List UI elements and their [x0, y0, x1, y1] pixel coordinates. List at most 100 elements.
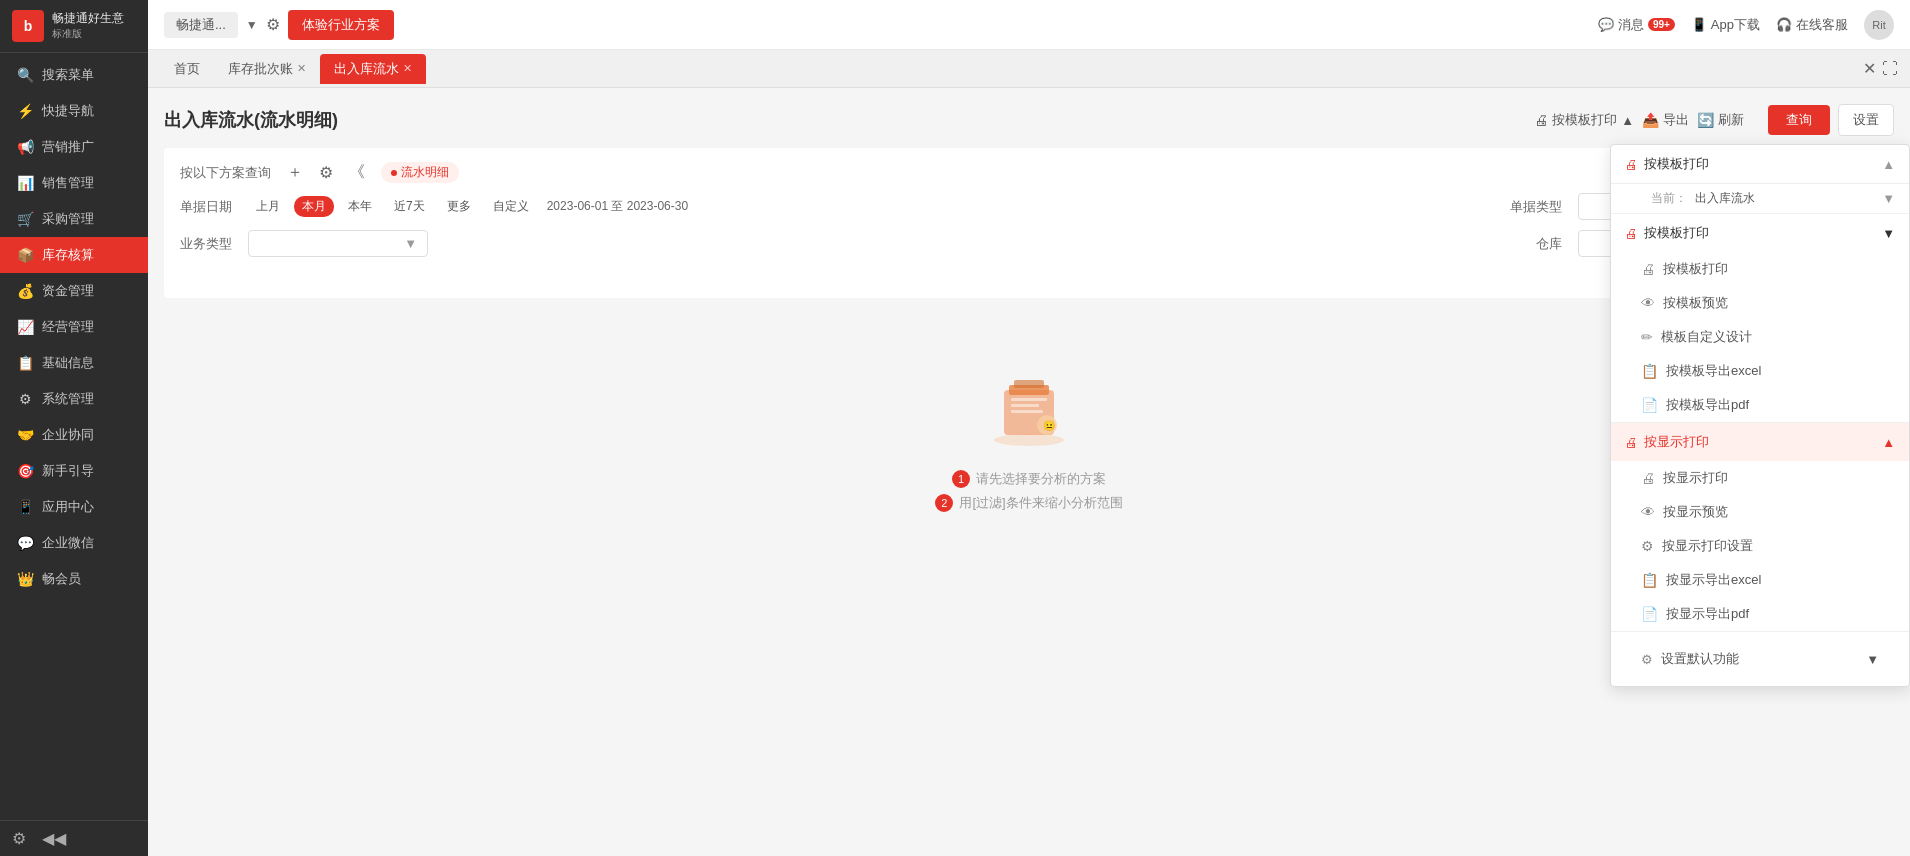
- tab-inout-flow-close[interactable]: ✕: [403, 62, 412, 75]
- pd-display-export-excel[interactable]: 📋 按显示导出excel: [1611, 563, 1909, 597]
- tab-inventory-batch-label: 库存批次账: [228, 60, 293, 78]
- sidebar-item-newbie[interactable]: 🎯 新手引导: [0, 453, 148, 489]
- filter-setting-icon[interactable]: ⚙: [319, 163, 333, 182]
- sidebar-item-quick-nav[interactable]: ⚡ 快捷导航: [0, 93, 148, 129]
- app-download-btn[interactable]: 📱 App下载: [1691, 16, 1760, 34]
- pd-template-print[interactable]: 🖨 按模板打印: [1611, 252, 1909, 286]
- sidebar-item-sales[interactable]: 📊 销售管理: [0, 165, 148, 201]
- pd-template-preview[interactable]: 👁 按模板预览: [1611, 286, 1909, 320]
- settings-icon[interactable]: ⚙: [12, 829, 26, 848]
- pd-set-default-btn[interactable]: ⚙ 设置默认功能 ▼: [1625, 642, 1895, 676]
- setting-btn[interactable]: 设置: [1838, 104, 1894, 136]
- pd-current-value: 出入库流水: [1695, 190, 1755, 207]
- sidebar-item-purchase[interactable]: 🛒 采购管理: [0, 201, 148, 237]
- tab-expand-btn[interactable]: ⛶: [1882, 60, 1898, 78]
- date-option-current-year[interactable]: 本年: [340, 196, 380, 217]
- export-btn[interactable]: 📤 导出: [1642, 111, 1689, 129]
- page-actions: 🖨 按模板打印 ▲ 📤 导出 🔄 刷新 查询 设置: [1534, 104, 1894, 136]
- empty-illustration: 😐: [979, 370, 1079, 450]
- date-option-current-month[interactable]: 本月: [294, 196, 334, 217]
- pd-footer-icon: ⚙: [1641, 652, 1653, 667]
- pd-template-print-label: 按模板打印: [1663, 260, 1728, 278]
- tab-bar: 首页 库存批次账 ✕ 出入库流水 ✕ ✕ ⛶: [148, 50, 1910, 88]
- pd-template-arrow[interactable]: ▼: [1882, 226, 1895, 241]
- sidebar-item-apps[interactable]: 📱 应用中心: [0, 489, 148, 525]
- pd-footer-arrow[interactable]: ▼: [1866, 652, 1879, 667]
- pd-footer: ⚙ 设置默认功能 ▼: [1611, 632, 1909, 686]
- pd-display-print-settings[interactable]: ⚙ 按显示打印设置: [1611, 529, 1909, 563]
- cooperation-icon: 🤝: [16, 427, 34, 443]
- filter-tag-flow[interactable]: 流水明细: [381, 162, 459, 183]
- pd-display-preview[interactable]: 👁 按显示预览: [1611, 495, 1909, 529]
- pd-display-excel-icon: 📋: [1641, 572, 1658, 588]
- sidebar-item-wechat[interactable]: 💬 企业微信: [0, 525, 148, 561]
- app-download-label: App下载: [1711, 16, 1760, 34]
- print-dropdown-arrow[interactable]: ▲: [1621, 113, 1634, 128]
- sidebar-item-label: 营销推广: [42, 138, 94, 156]
- sidebar-item-member[interactable]: 👑 畅会员: [0, 561, 148, 597]
- pd-template-print-icon: 🖨: [1641, 261, 1655, 277]
- svg-point-0: [994, 434, 1064, 446]
- pd-template-header[interactable]: 🖨 按模板打印 ▼: [1611, 214, 1909, 252]
- date-option-last-month[interactable]: 上月: [248, 196, 288, 217]
- collapse-sidebar-icon[interactable]: ◀◀: [42, 829, 66, 848]
- pd-current-row: 当前： 出入库流水 ▼: [1611, 184, 1909, 214]
- sidebar-item-label: 企业协同: [42, 426, 94, 444]
- sidebar-item-inventory[interactable]: 📦 库存核算: [0, 237, 148, 273]
- pd-template-section: 🖨 按模板打印 ▼ 🖨 按模板打印 👁 按模板预览 ✏: [1611, 214, 1909, 423]
- pd-template-export-excel[interactable]: 📋 按模板导出excel: [1611, 354, 1909, 388]
- date-option-more[interactable]: 更多: [439, 196, 479, 217]
- print-dropdown-panel: 🖨 按模板打印 ▲ 当前： 出入库流水 ▼ 🖨 按模板打印 ▼: [1610, 144, 1910, 687]
- sidebar-item-marketing[interactable]: 📢 营销推广: [0, 129, 148, 165]
- filter-collapse-icon[interactable]: 《: [349, 162, 365, 183]
- pd-template-customize-label: 模板自定义设计: [1661, 328, 1752, 346]
- online-service-btn[interactable]: 🎧 在线客服: [1776, 16, 1848, 34]
- tab-inout-flow[interactable]: 出入库流水 ✕: [320, 54, 426, 84]
- pd-display-arrow[interactable]: ▲: [1882, 435, 1895, 450]
- trial-btn[interactable]: 体验行业方案: [288, 10, 394, 40]
- date-option-custom[interactable]: 自定义: [485, 196, 537, 217]
- pd-template-excel-label: 按模板导出excel: [1666, 362, 1761, 380]
- pd-display-header[interactable]: 🖨 按显示打印 ▲: [1611, 423, 1909, 461]
- tab-inventory-batch-close[interactable]: ✕: [297, 62, 306, 75]
- sidebar-item-basic[interactable]: 📋 基础信息: [0, 345, 148, 381]
- service-icon: 🎧: [1776, 17, 1792, 32]
- date-range-value: 2023-06-01 至 2023-06-30: [547, 198, 688, 215]
- tab-close-all-btn[interactable]: ✕: [1863, 59, 1876, 78]
- sidebar-item-operations[interactable]: 📈 经营管理: [0, 309, 148, 345]
- header-gear-icon[interactable]: ⚙: [266, 15, 280, 34]
- pd-header-arrow[interactable]: ▲: [1882, 157, 1895, 172]
- sidebar-item-label: 系统管理: [42, 390, 94, 408]
- user-dropdown-icon[interactable]: ▼: [246, 18, 258, 32]
- pd-template-header-left: 🖨 按模板打印: [1625, 224, 1709, 242]
- sidebar-item-label: 基础信息: [42, 354, 94, 372]
- inventory-icon: 📦: [16, 247, 34, 263]
- filter-add-icon[interactable]: ＋: [287, 162, 303, 183]
- pd-display-print[interactable]: 🖨 按显示打印: [1611, 461, 1909, 495]
- app-version: 标准版: [52, 27, 124, 41]
- pd-current-label: 当前：: [1651, 190, 1687, 207]
- pd-template-export-pdf[interactable]: 📄 按模板导出pdf: [1611, 388, 1909, 422]
- pd-display-export-pdf[interactable]: 📄 按显示导出pdf: [1611, 597, 1909, 631]
- tab-inventory-batch[interactable]: 库存批次账 ✕: [214, 54, 320, 84]
- tab-home[interactable]: 首页: [160, 54, 214, 84]
- user-display-name[interactable]: 畅捷通...: [164, 12, 238, 38]
- message-btn[interactable]: 💬 消息 99+: [1598, 16, 1675, 34]
- sidebar-item-finance[interactable]: 💰 资金管理: [0, 273, 148, 309]
- sidebar-item-label: 企业微信: [42, 534, 94, 552]
- sidebar-item-search[interactable]: 🔍 搜索菜单: [0, 57, 148, 93]
- refresh-btn[interactable]: 🔄 刷新: [1697, 111, 1744, 129]
- user-avatar[interactable]: Rit: [1864, 10, 1894, 40]
- purchase-icon: 🛒: [16, 211, 34, 227]
- pd-template-customize[interactable]: ✏ 模板自定义设计: [1611, 320, 1909, 354]
- print-btn[interactable]: 🖨 按模板打印 ▲: [1534, 111, 1634, 129]
- query-btn[interactable]: 查询: [1768, 105, 1830, 135]
- pd-current-arrow[interactable]: ▼: [1882, 191, 1895, 206]
- business-type-select[interactable]: ▼: [248, 230, 428, 257]
- svg-rect-4: [1011, 398, 1047, 401]
- sidebar-item-label: 新手引导: [42, 462, 94, 480]
- date-option-last-7-days[interactable]: 近7天: [386, 196, 433, 217]
- sidebar-item-cooperation[interactable]: 🤝 企业协同: [0, 417, 148, 453]
- sidebar-item-system[interactable]: ⚙ 系统管理: [0, 381, 148, 417]
- message-label: 消息: [1618, 16, 1644, 34]
